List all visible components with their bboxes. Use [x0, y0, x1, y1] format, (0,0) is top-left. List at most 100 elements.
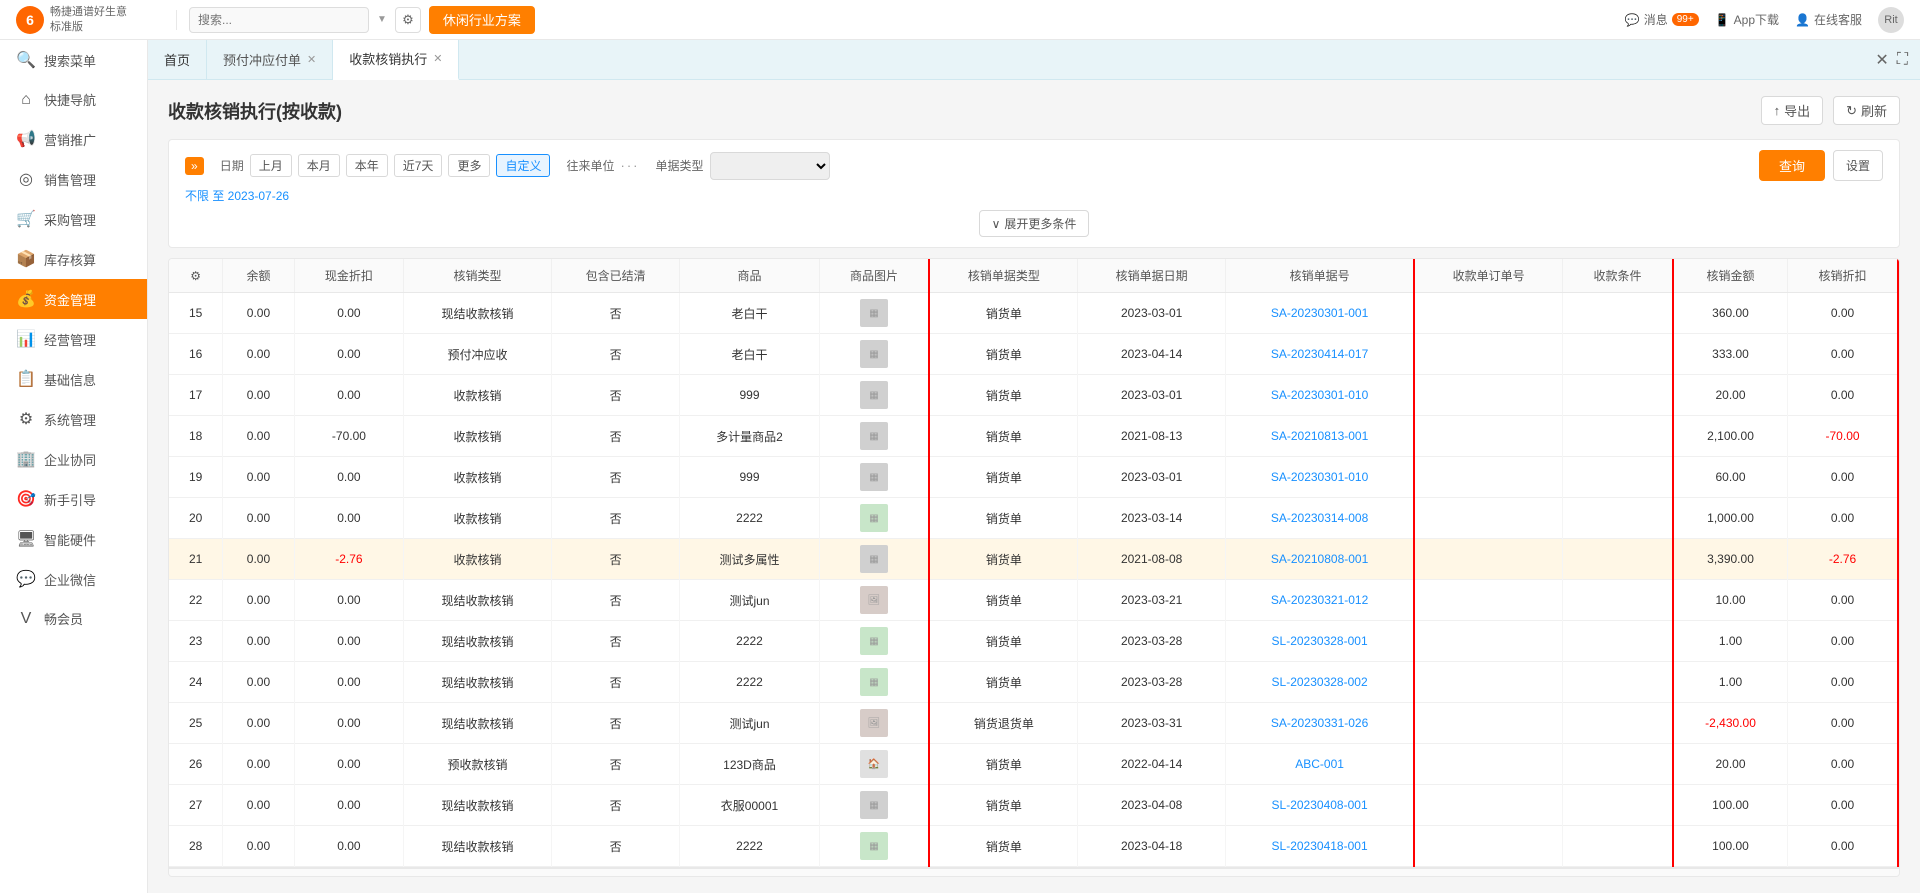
bill-type-group: 单据类型	[655, 152, 829, 180]
row-balance: 0.00	[223, 416, 294, 457]
tab-label-collect: 收款核销执行	[349, 49, 427, 68]
sidebar-label-search: 搜索菜单	[44, 51, 96, 70]
sidebar-item-wechat[interactable]: 💬企业微信	[0, 559, 147, 599]
tab-home[interactable]: 首页	[148, 40, 207, 80]
custom-btn[interactable]: 自定义	[496, 154, 550, 177]
tab-prepay[interactable]: 预付冲应付单✕	[207, 40, 333, 80]
refresh-btn[interactable]: ↻ 刷新	[1833, 96, 1900, 125]
sidebar-label-wechat: 企业微信	[44, 570, 96, 589]
finance-icon: 💰	[16, 289, 36, 309]
sidebar-item-inventory[interactable]: 📦库存核算	[0, 239, 147, 279]
row-bill-no[interactable]: SA-20210813-001	[1225, 416, 1414, 457]
row-bill-no[interactable]: SL-20230328-001	[1225, 621, 1414, 662]
row-bill-no[interactable]: SA-20230301-010	[1225, 375, 1414, 416]
row-bill-type: 销货单	[929, 334, 1077, 375]
filter-collapse-btn[interactable]: »	[185, 157, 204, 175]
row-included: 否	[551, 457, 680, 498]
sidebar-item-purchase[interactable]: 🛒采购管理	[0, 199, 147, 239]
row-bill-type: 销货单	[929, 498, 1077, 539]
row-bill-no[interactable]: SA-20210808-001	[1225, 539, 1414, 580]
query-btn[interactable]: 查询	[1759, 150, 1825, 181]
sidebar-item-newbie[interactable]: 🎯新手引导	[0, 479, 147, 519]
maximize-icon[interactable]: ⛶	[1897, 51, 1908, 69]
main-table: ⚙余额现金折扣核销类型包含已结清商品商品图片核销单据类型核销单据日期核销单据号收…	[169, 259, 1899, 867]
row-order-no	[1414, 293, 1562, 334]
search-input-top[interactable]	[189, 7, 369, 33]
row-img: ▦	[819, 498, 929, 539]
more-btn[interactable]: 更多	[448, 154, 490, 177]
row-type: 现结收款核销	[404, 703, 552, 744]
sidebar-item-quick[interactable]: ⌂快捷导航	[0, 80, 147, 119]
row-bill-no[interactable]: SA-20230314-008	[1225, 498, 1414, 539]
export-btn[interactable]: ↑ 导出	[1761, 96, 1824, 125]
row-num: 20	[169, 498, 223, 539]
table-row: 150.000.00现结收款核销否老白干▦销货单2023-03-01SA-202…	[169, 293, 1898, 334]
sidebar-item-finance[interactable]: 💰资金管理	[0, 279, 147, 319]
row-balance: 0.00	[223, 375, 294, 416]
from-unit-label: 往来单位	[566, 157, 614, 174]
row-bill-no[interactable]: ABC-001	[1225, 744, 1414, 785]
col-header-2: 现金折扣	[294, 259, 404, 293]
sidebar-item-operation[interactable]: 📊经营管理	[0, 319, 147, 359]
row-amount: 100.00	[1673, 826, 1788, 867]
row-discount: 0.00	[1788, 334, 1898, 375]
row-type: 预收款核销	[404, 744, 552, 785]
sidebar-item-search[interactable]: 🔍搜索菜单	[0, 40, 147, 80]
product-img: 🖼	[860, 586, 888, 614]
row-order-no	[1414, 539, 1562, 580]
row-goods: 老白干	[680, 334, 819, 375]
tab-close-prepay[interactable]: ✕	[307, 53, 316, 66]
row-bill-no[interactable]: SA-20230331-026	[1225, 703, 1414, 744]
row-discount: 0.00	[1788, 744, 1898, 785]
messages-btn[interactable]: 💬 消息 99+	[1625, 11, 1699, 28]
row-bill-no[interactable]: SA-20230321-012	[1225, 580, 1414, 621]
row-bill-no[interactable]: SL-20230328-002	[1225, 662, 1414, 703]
row-bill-no[interactable]: SL-20230408-001	[1225, 785, 1414, 826]
last-month-btn[interactable]: 上月	[250, 154, 292, 177]
sidebar-item-hardware[interactable]: 🖥智能硬件	[0, 519, 147, 559]
sidebar-item-member[interactable]: V畅会员	[0, 599, 147, 638]
recent7-btn[interactable]: 近7天	[394, 154, 443, 177]
row-cash-discount: 0.00	[294, 703, 404, 744]
row-img: ▦	[819, 539, 929, 580]
search-dropdown-icon[interactable]: ▼	[377, 14, 387, 25]
sidebar-item-basic[interactable]: 📋基础信息	[0, 359, 147, 399]
table-row: 170.000.00收款核销否999▦销货单2023-03-01SA-20230…	[169, 375, 1898, 416]
table-row: 220.000.00现结收款核销否测试jun🖼销货单2023-03-21SA-2…	[169, 580, 1898, 621]
col-header-10: 收款单订单号	[1414, 259, 1562, 293]
row-bill-date: 2023-03-01	[1078, 293, 1226, 334]
settings-icon[interactable]: ⚙	[395, 7, 421, 33]
row-img: ▦	[819, 416, 929, 457]
row-amount: 20.00	[1673, 375, 1788, 416]
this-month-btn[interactable]: 本月	[298, 154, 340, 177]
bill-type-select[interactable]	[710, 152, 830, 180]
date-range-text: 不限 至 2023-07-26	[185, 189, 289, 203]
sidebar-item-marketing[interactable]: 📢营销推广	[0, 119, 147, 159]
close-window-icon[interactable]: ✕	[1875, 50, 1888, 70]
row-img: ▦	[819, 375, 929, 416]
tab-collect[interactable]: 收款核销执行 ✕	[333, 40, 459, 80]
row-bill-no[interactable]: SL-20230418-001	[1225, 826, 1414, 867]
industry-btn[interactable]: 休闲行业方案	[429, 6, 535, 34]
app-download-btn[interactable]: 📱 App下载	[1715, 11, 1779, 28]
sidebar-item-corp[interactable]: 🏢企业协同	[0, 439, 147, 479]
row-bill-no[interactable]: SA-20230301-010	[1225, 457, 1414, 498]
avatar[interactable]: Rit	[1878, 7, 1904, 33]
row-bill-no[interactable]: SA-20230414-017	[1225, 334, 1414, 375]
row-bill-type: 销货单	[929, 580, 1077, 621]
row-type: 收款核销	[404, 498, 552, 539]
this-year-btn[interactable]: 本年	[346, 154, 388, 177]
row-bill-date: 2023-04-08	[1078, 785, 1226, 826]
row-bill-date: 2023-03-21	[1078, 580, 1226, 621]
sidebar-item-system[interactable]: ⚙系统管理	[0, 399, 147, 439]
settings-btn[interactable]: 设置	[1833, 150, 1883, 181]
product-img: ▦	[860, 381, 888, 409]
tab-close-collect[interactable]: ✕	[433, 52, 442, 65]
sidebar-item-sales[interactable]: ◎销售管理	[0, 159, 147, 199]
row-bill-no[interactable]: SA-20230301-001	[1225, 293, 1414, 334]
row-balance: 0.00	[223, 703, 294, 744]
row-discount: 0.00	[1788, 703, 1898, 744]
col-header-4: 包含已结清	[551, 259, 680, 293]
online-service-btn[interactable]: 👤 在线客服	[1795, 11, 1862, 28]
expand-btn[interactable]: ∨ 展开更多条件	[979, 210, 1090, 237]
